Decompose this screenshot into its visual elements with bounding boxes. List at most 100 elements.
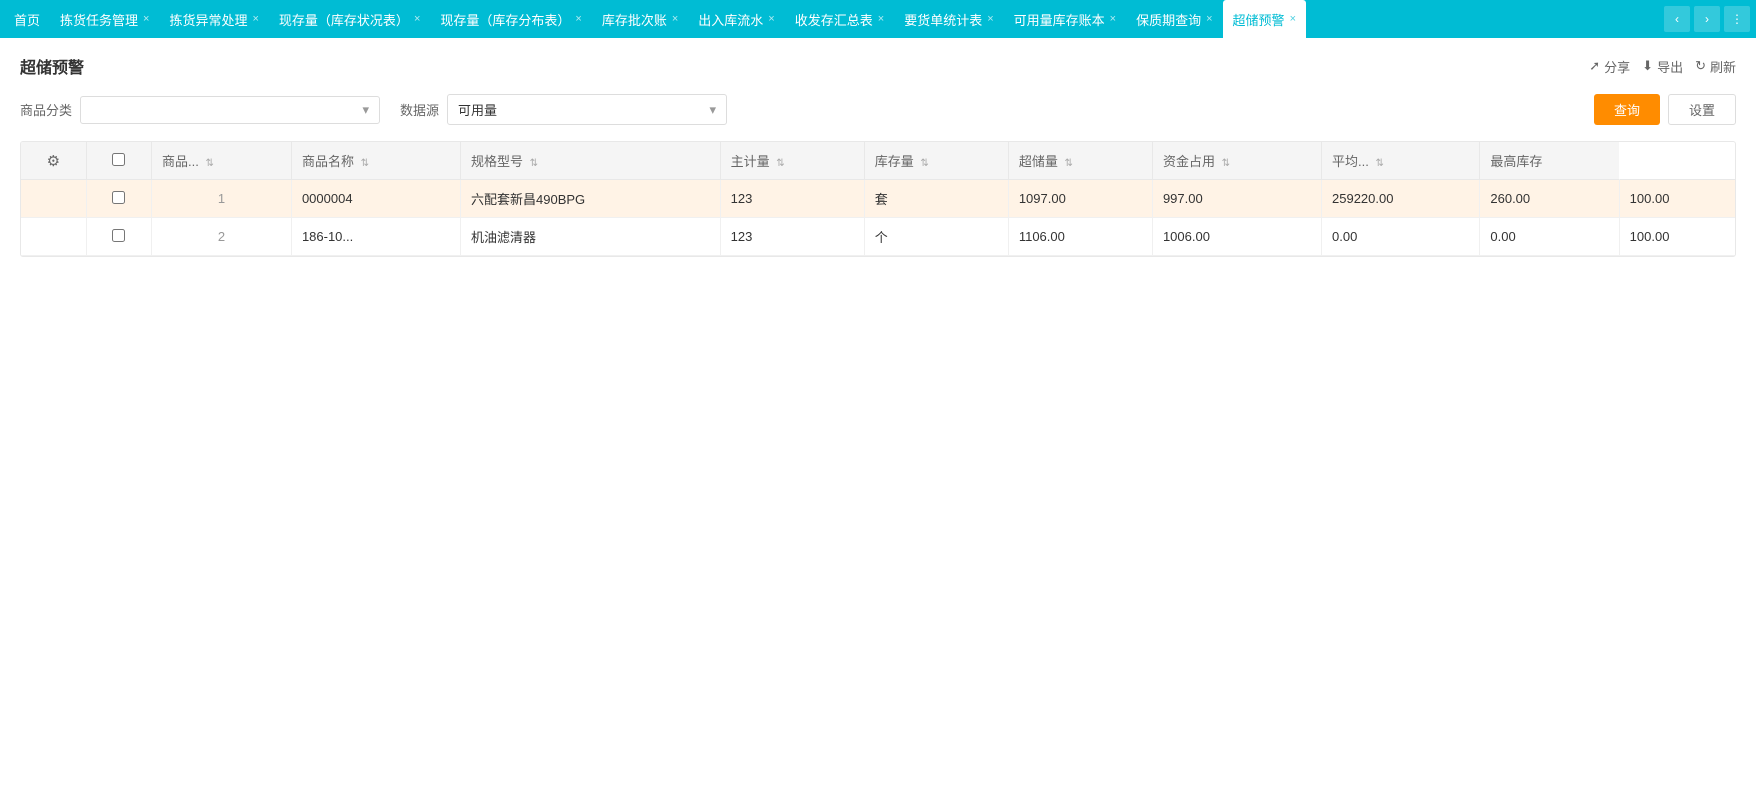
row-index: 2 — [152, 218, 292, 256]
row-spec: 123 — [720, 218, 864, 256]
row-settings-cell — [21, 180, 86, 218]
nav-item-overstock[interactable]: 超储预警 × — [1223, 0, 1306, 38]
row-capital: 259220.00 — [1322, 180, 1480, 218]
sort-icon: ⇅ — [1222, 158, 1230, 169]
sort-icon: ⇅ — [1064, 158, 1072, 169]
category-filter-group: 商品分类 ▾ — [20, 96, 380, 124]
row-overstock: 997.00 — [1152, 180, 1321, 218]
category-select[interactable]: ▾ — [80, 96, 380, 124]
close-icon[interactable]: × — [143, 13, 149, 25]
th-code[interactable]: 商品... ⇅ — [152, 142, 292, 180]
nav-item-summary[interactable]: 收发存汇总表 × — [785, 0, 894, 38]
row-code: 0000004 — [291, 180, 460, 218]
nav-item-order-stat[interactable]: 要货单统计表 × — [894, 0, 1003, 38]
close-icon[interactable]: × — [414, 13, 420, 25]
header-actions: ➚ 分享 ⬇ 导出 ↻ 刷新 — [1589, 57, 1736, 76]
nav-next-button[interactable]: › — [1694, 6, 1720, 32]
table-row: 2 186-10... 机油滤清器 123 个 1106.00 1006.00 … — [21, 218, 1735, 256]
nav-item-available[interactable]: 可用量库存账本 × — [1004, 0, 1126, 38]
nav-bar: 首页 拣货任务管理 × 拣货异常处理 × 现存量（库存状况表） × 现存量（库存… — [0, 0, 1756, 38]
share-button[interactable]: ➚ 分享 — [1589, 57, 1630, 76]
th-capital[interactable]: 资金占用 ⇅ — [1152, 142, 1321, 180]
nav-prev-button[interactable]: ‹ — [1664, 6, 1690, 32]
sort-icon: ⇅ — [1375, 158, 1383, 169]
query-button[interactable]: 查询 — [1594, 94, 1660, 125]
datasource-label: 数据源 — [400, 100, 439, 119]
row-unit: 个 — [864, 218, 1008, 256]
th-max-stock: 最高库存 — [1480, 142, 1619, 180]
row-code: 186-10... — [291, 218, 460, 256]
nav-item-task[interactable]: 拣货任务管理 × — [50, 0, 159, 38]
page-title: 超储预警 — [20, 54, 84, 78]
th-spec[interactable]: 规格型号 ⇅ — [461, 142, 721, 180]
data-table: ⚙ 商品... ⇅ 商品名称 ⇅ 规格型号 ⇅ — [21, 142, 1735, 256]
th-overstock[interactable]: 超储量 ⇅ — [1008, 142, 1152, 180]
row-overstock: 1006.00 — [1152, 218, 1321, 256]
datasource-select[interactable]: 可用量 ▾ — [447, 94, 727, 125]
row-avg: 260.00 — [1480, 180, 1619, 218]
close-icon[interactable]: × — [878, 13, 884, 25]
refresh-button[interactable]: ↻ 刷新 — [1695, 57, 1736, 76]
row-capital: 0.00 — [1322, 218, 1480, 256]
close-icon[interactable]: × — [768, 13, 774, 25]
row-avg: 0.00 — [1480, 218, 1619, 256]
share-icon: ➚ — [1589, 58, 1600, 74]
close-icon[interactable]: × — [1290, 13, 1296, 25]
page-header: 超储预警 ➚ 分享 ⬇ 导出 ↻ 刷新 — [20, 54, 1736, 78]
datasource-filter-group: 数据源 可用量 ▾ — [400, 94, 727, 125]
settings-button[interactable]: 设置 — [1668, 94, 1736, 125]
nav-item-expiry[interactable]: 保质期查询 × — [1126, 0, 1222, 38]
category-label: 商品分类 — [20, 100, 72, 119]
select-all-checkbox[interactable] — [112, 153, 125, 166]
row-name: 六配套新昌490BPG — [461, 180, 721, 218]
close-icon[interactable]: × — [252, 13, 258, 25]
sort-icon: ⇅ — [530, 158, 538, 169]
nav-item-flow[interactable]: 出入库流水 × — [688, 0, 784, 38]
th-unit[interactable]: 主计量 ⇅ — [720, 142, 864, 180]
row-checkbox-cell[interactable] — [86, 218, 151, 256]
sort-icon: ⇅ — [205, 158, 213, 169]
row-checkbox[interactable] — [112, 229, 125, 242]
refresh-icon: ↻ — [1695, 58, 1706, 74]
row-stock: 1097.00 — [1008, 180, 1152, 218]
main-content: 超储预警 ➚ 分享 ⬇ 导出 ↻ 刷新 商品分类 ▾ 数据源 — [0, 38, 1756, 800]
close-icon[interactable]: × — [575, 13, 581, 25]
table-row: 1 0000004 六配套新昌490BPG 123 套 1097.00 997.… — [21, 180, 1735, 218]
table-container: ⚙ 商品... ⇅ 商品名称 ⇅ 规格型号 ⇅ — [20, 141, 1736, 257]
export-button[interactable]: ⬇ 导出 — [1642, 57, 1683, 76]
nav-item-home[interactable]: 首页 — [4, 0, 50, 38]
nav-arrows: ‹ › ⋮ — [1662, 6, 1752, 32]
nav-item-stock-dist[interactable]: 现存量（库存分布表） × — [430, 0, 591, 38]
filter-actions: 查询 设置 — [1594, 94, 1736, 125]
gear-icon[interactable]: ⚙ — [47, 153, 60, 170]
close-icon[interactable]: × — [1110, 13, 1116, 25]
close-icon[interactable]: × — [672, 13, 678, 25]
row-name: 机油滤清器 — [461, 218, 721, 256]
chevron-down-icon: ▾ — [710, 102, 717, 118]
th-avg[interactable]: 平均... ⇅ — [1322, 142, 1480, 180]
close-icon[interactable]: × — [987, 13, 993, 25]
datasource-value: 可用量 — [458, 100, 497, 119]
sort-icon: ⇅ — [361, 158, 369, 169]
export-icon: ⬇ — [1642, 58, 1653, 74]
chevron-down-icon: ▾ — [362, 102, 369, 118]
th-checkbox — [86, 142, 151, 180]
filter-row: 商品分类 ▾ 数据源 可用量 ▾ 查询 设置 — [20, 94, 1736, 125]
row-max-stock: 100.00 — [1619, 180, 1735, 218]
nav-item-stock-status[interactable]: 现存量（库存状况表） × — [269, 0, 430, 38]
th-stock[interactable]: 库存量 ⇅ — [864, 142, 1008, 180]
row-index: 1 — [152, 180, 292, 218]
row-checkbox-cell[interactable] — [86, 180, 151, 218]
th-settings: ⚙ — [21, 142, 86, 180]
sort-icon: ⇅ — [920, 158, 928, 169]
nav-item-batch[interactable]: 库存批次账 × — [592, 0, 688, 38]
nav-item-exception[interactable]: 拣货异常处理 × — [159, 0, 268, 38]
row-checkbox[interactable] — [112, 191, 125, 204]
row-max-stock: 100.00 — [1619, 218, 1735, 256]
row-unit: 套 — [864, 180, 1008, 218]
sort-icon: ⇅ — [776, 158, 784, 169]
close-icon[interactable]: × — [1206, 13, 1212, 25]
nav-more-button[interactable]: ⋮ — [1724, 6, 1750, 32]
table-header-row: ⚙ 商品... ⇅ 商品名称 ⇅ 规格型号 ⇅ — [21, 142, 1735, 180]
th-name[interactable]: 商品名称 ⇅ — [291, 142, 460, 180]
